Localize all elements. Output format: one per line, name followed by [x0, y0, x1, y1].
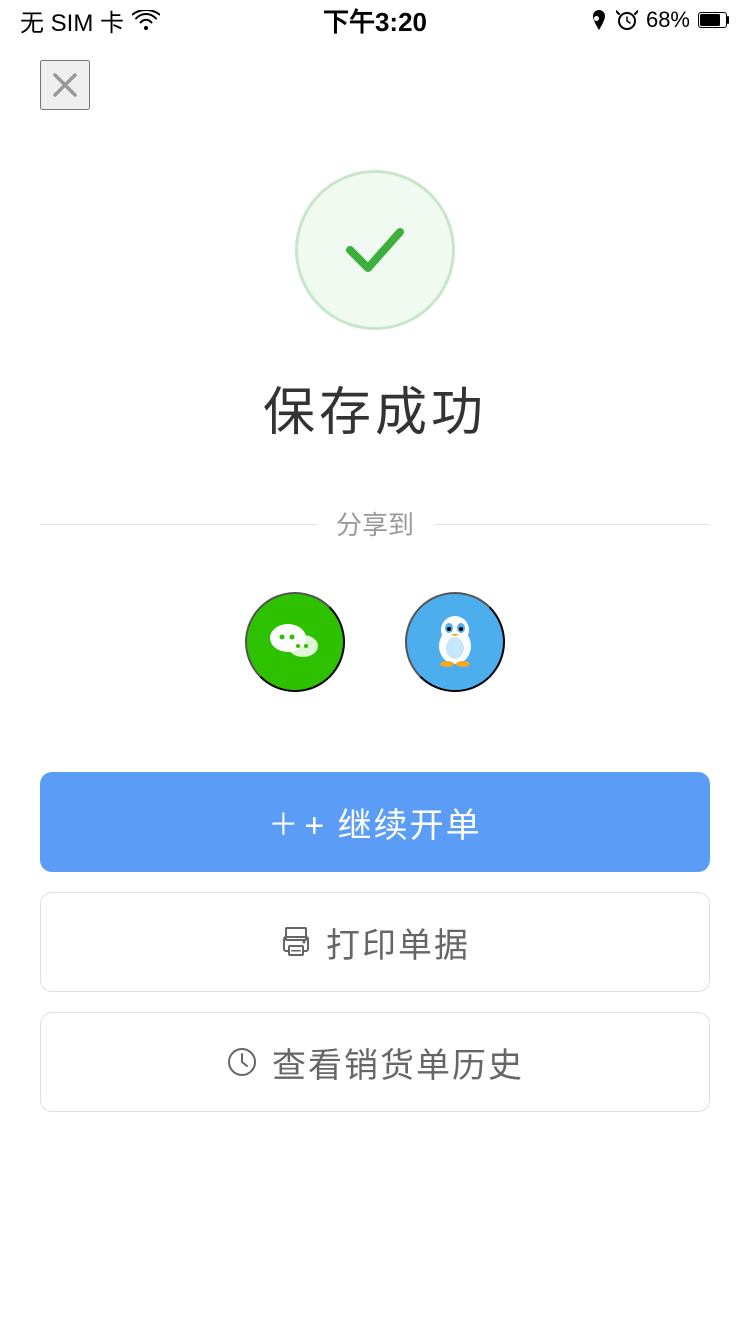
share-icons — [245, 592, 505, 692]
success-icon-circle — [295, 170, 455, 330]
no-sim-label: 无 SIM 卡 — [20, 3, 124, 38]
alarm-icon — [616, 9, 638, 31]
status-left: 无 SIM 卡 — [20, 3, 160, 38]
continue-order-label: + 继续开单 — [304, 798, 481, 847]
wechat-icon — [265, 612, 325, 672]
history-icon — [226, 1046, 258, 1078]
history-label: 查看销货单历史 — [272, 1038, 524, 1087]
wechat-share-button[interactable] — [245, 592, 345, 692]
plus-icon: ＋ — [268, 800, 300, 844]
close-button[interactable] — [40, 60, 90, 110]
battery-icon — [698, 12, 730, 28]
continue-order-button[interactable]: ＋ + 继续开单 — [40, 772, 710, 872]
qq-share-button[interactable] — [405, 592, 505, 692]
qq-icon — [425, 612, 485, 672]
printer-icon — [280, 926, 312, 958]
battery-percent: 68% — [646, 7, 690, 33]
print-button[interactable]: 打印单据 — [40, 892, 710, 992]
status-time: 下午3:20 — [323, 2, 427, 39]
location-icon — [590, 10, 608, 30]
share-label: 分享到 — [316, 505, 434, 542]
status-right: 68% — [590, 7, 730, 33]
status-bar: 无 SIM 卡 下午3:20 68% — [0, 0, 750, 40]
print-label: 打印单据 — [326, 918, 470, 967]
share-section: 分享到 — [40, 505, 710, 542]
main-content: 保存成功 分享到 — [0, 40, 750, 1334]
history-button[interactable]: 查看销货单历史 — [40, 1012, 710, 1112]
checkmark-icon — [335, 210, 415, 290]
action-buttons: ＋ + 继续开单 打印单据 查看销货单历史 — [40, 772, 710, 1112]
wifi-icon — [132, 10, 160, 30]
success-title: 保存成功 — [263, 370, 487, 445]
